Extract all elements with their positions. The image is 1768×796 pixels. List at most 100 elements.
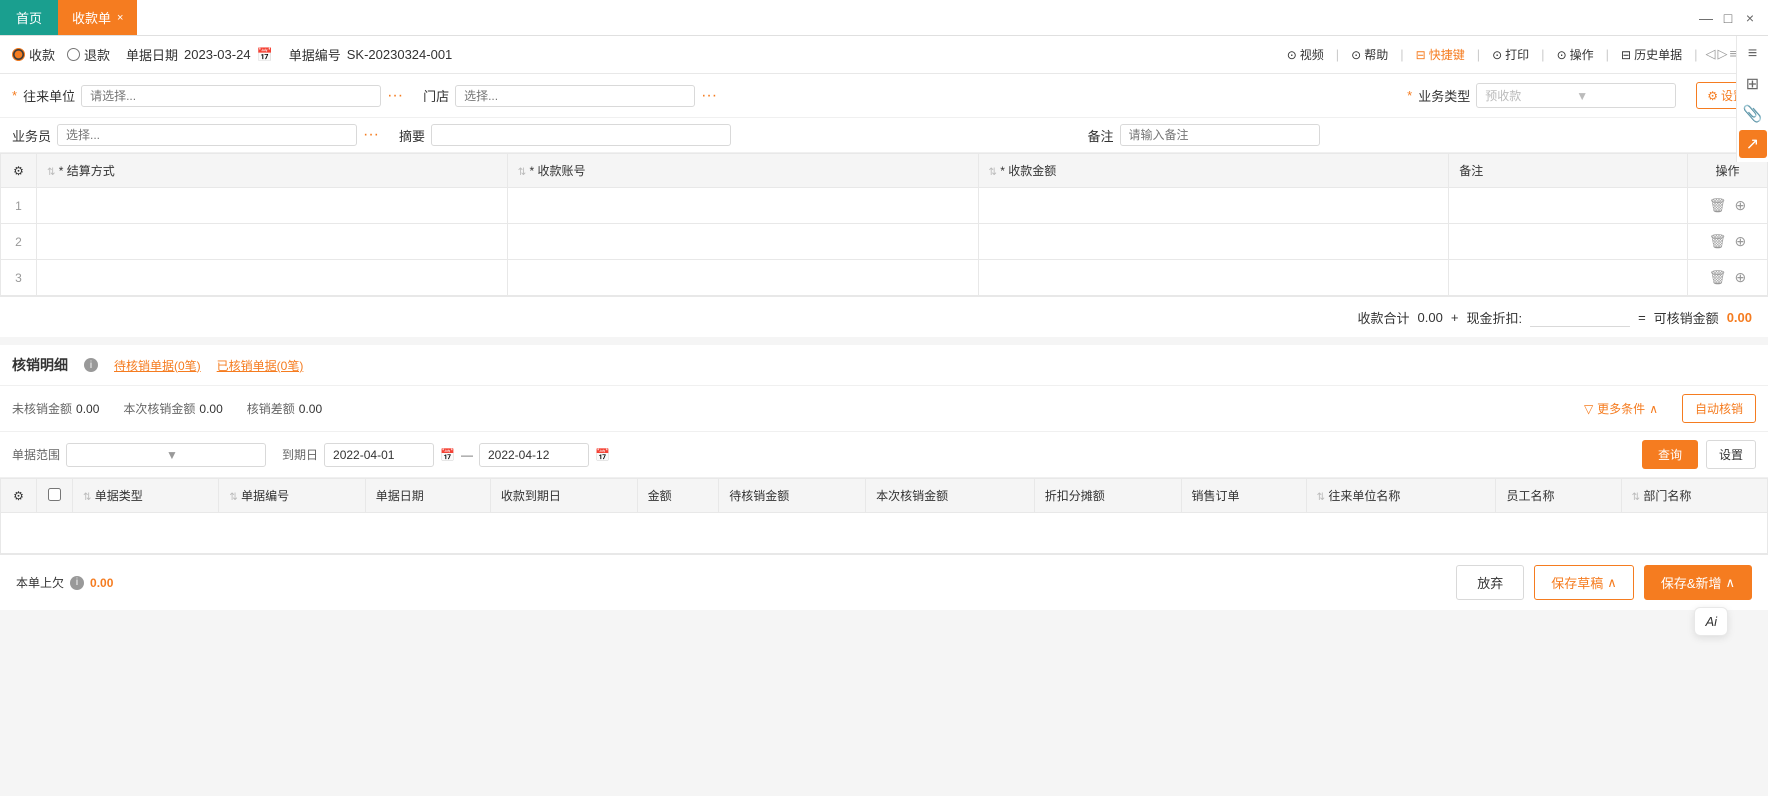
save-draft-dropdown-icon[interactable]: ∧ (1607, 575, 1617, 591)
home-tab[interactable]: 首页 (0, 0, 58, 35)
ai-badge[interactable]: Ai (1694, 607, 1728, 636)
form-card: 收款 退款 单据日期 2023-03-24 📅 单据编号 SK-20230324… (0, 36, 1768, 337)
save-new-dropdown-icon[interactable]: ∧ (1725, 575, 1735, 591)
filter-row: 单据范围 ▼ 到期日 📅 — 📅 查询 设置 (0, 432, 1768, 478)
save-new-button[interactable]: 保存&新增 ∧ (1644, 565, 1752, 600)
account-cell[interactable] (507, 260, 978, 296)
more-conditions-button[interactable]: ▽ 更多条件 ∧ (1584, 400, 1658, 417)
calendar-start-icon[interactable]: 📅 (440, 448, 455, 462)
calendar-end-icon[interactable]: 📅 (595, 448, 610, 462)
settings-gear-icon: ⚙ (1707, 89, 1718, 103)
operate-icon: ⊙ (1557, 48, 1567, 62)
operate-button[interactable]: ⊙ 操作 (1553, 44, 1598, 65)
date-start-input[interactable] (324, 443, 434, 467)
date-end-input[interactable] (479, 443, 589, 467)
remark-cell[interactable] (1449, 260, 1688, 296)
delete-row-icon[interactable]: 🗑 (1709, 269, 1727, 286)
store-more-icon[interactable]: ··· (701, 87, 717, 105)
maximize-button[interactable]: □ (1718, 8, 1738, 28)
bottom-th-current: 本次核销金额 (866, 479, 1035, 513)
bottom-table-empty-row (1, 513, 1768, 554)
range-select[interactable]: ▼ (66, 443, 266, 467)
receipt-table-section: ⚙ ⇅ * 结算方式 ⇅ * 收款账号 ⇅ * (0, 153, 1768, 296)
row-number: 3 (1, 260, 37, 296)
settle-method-cell[interactable] (37, 188, 508, 224)
refund-radio[interactable]: 退款 (67, 45, 110, 64)
abandon-button[interactable]: 放弃 (1456, 565, 1524, 600)
prev-icon[interactable]: ◁ (1706, 46, 1716, 64)
sidebar-tool-3[interactable]: 📎 (1739, 100, 1767, 128)
sidebar-tool-2[interactable]: ⊞ (1739, 70, 1767, 98)
remark-field: 备注 (1088, 124, 1757, 146)
form-row-1: * 往来单位 ··· 门店 ··· * 业务类型 预收款 ▼ ⚙ 设置 (0, 74, 1768, 118)
date-calendar-icon[interactable]: 📅 (257, 47, 273, 63)
tab-close-icon[interactable]: × (117, 12, 123, 24)
select-all-checkbox[interactable] (48, 488, 61, 501)
history-button[interactable]: ⊟ 历史单据 (1617, 44, 1686, 65)
th-account: ⇅ * 收款账号 (507, 154, 978, 188)
store-input[interactable] (455, 85, 695, 107)
bottom-th-gear[interactable]: ⚙ (1, 479, 37, 513)
partner-input[interactable] (81, 85, 381, 107)
info-circle-icon[interactable]: i (70, 576, 84, 590)
next-icon[interactable]: ▷ (1718, 46, 1728, 64)
section-divider (0, 337, 1768, 345)
remark-cell[interactable] (1449, 188, 1688, 224)
footer: 本单上欠 i 0.00 放弃 保存草稿 ∧ 保存&新增 ∧ (0, 554, 1768, 610)
available-label: 可核销金额 (1654, 308, 1719, 327)
right-sidebar: ≡ ⊞ 📎 ↗ (1736, 36, 1768, 162)
delete-row-icon[interactable]: 🗑 (1709, 197, 1727, 214)
print-button[interactable]: ⊙ 打印 (1488, 44, 1533, 65)
sidebar-tool-4[interactable]: ↗ (1739, 130, 1767, 158)
receipt-tab[interactable]: 收款单 × (58, 0, 137, 35)
minimize-button[interactable]: — (1696, 8, 1716, 28)
footer-left: 本单上欠 i 0.00 (16, 574, 113, 591)
settle-method-cell[interactable] (37, 224, 508, 260)
done-link[interactable]: 已核销单据(0笔) (217, 357, 304, 374)
shortcut-button[interactable]: ⊟ 快捷键 (1412, 44, 1469, 65)
staff-more-icon[interactable]: ··· (363, 126, 379, 144)
recon-title: 核销明细 (12, 355, 68, 375)
account-cell[interactable] (507, 188, 978, 224)
due-date-filter: 到期日 📅 — 📅 (282, 443, 610, 467)
bottom-th-due-date: 收款到期日 (490, 479, 637, 513)
business-type-select[interactable]: 预收款 ▼ (1476, 83, 1676, 108)
info-icon[interactable]: i (84, 358, 98, 372)
close-window-button[interactable]: × (1740, 8, 1760, 28)
receive-radio[interactable]: 收款 (12, 45, 55, 64)
copy-row-icon[interactable]: ⊕ (1735, 197, 1747, 214)
ops-cell: 🗑 ⊕ (1688, 188, 1768, 224)
remark-cell[interactable] (1449, 224, 1688, 260)
summary-input[interactable] (431, 124, 731, 146)
pending-link[interactable]: 待核销单据(0笔) (114, 357, 201, 374)
amount-cell[interactable] (978, 188, 1449, 224)
discount-input[interactable] (1530, 307, 1630, 327)
account-cell[interactable] (507, 224, 978, 260)
copy-row-icon[interactable]: ⊕ (1735, 269, 1747, 286)
remark-input[interactable] (1120, 124, 1320, 146)
copy-row-icon[interactable]: ⊕ (1735, 233, 1747, 250)
amount-cell[interactable] (978, 224, 1449, 260)
bottom-th-checkbox[interactable] (37, 479, 73, 513)
main-content: 收款 退款 单据日期 2023-03-24 📅 单据编号 SK-20230324… (0, 36, 1768, 796)
date-value: 2023-03-24 (184, 47, 251, 62)
help-button[interactable]: ⊙ 帮助 (1347, 44, 1392, 65)
summary-field: 摘要 (399, 124, 1068, 146)
dropdown-arrow-icon: ▼ (1576, 89, 1667, 103)
table-gear-header[interactable]: ⚙ (1, 154, 37, 188)
staff-input[interactable] (57, 124, 357, 146)
auto-writeoff-button[interactable]: 自动核销 (1682, 394, 1756, 423)
sidebar-tool-1[interactable]: ≡ (1739, 40, 1767, 68)
recon-header: 核销明细 i 待核销单据(0笔) 已核销单据(0笔) (0, 345, 1768, 386)
query-button[interactable]: 查询 (1642, 440, 1698, 469)
settle-method-cell[interactable] (37, 260, 508, 296)
table-row: 1 🗑 ⊕ (1, 188, 1768, 224)
video-button[interactable]: ⊙ 视频 (1283, 44, 1328, 65)
filter-actions: 查询 设置 (1642, 440, 1756, 469)
partner-more-icon[interactable]: ··· (387, 87, 403, 105)
filter-settings-button[interactable]: 设置 (1706, 440, 1756, 469)
amount-cell[interactable] (978, 260, 1449, 296)
store-field: 门店 ··· (423, 85, 1387, 107)
save-draft-button[interactable]: 保存草稿 ∧ (1534, 565, 1634, 600)
delete-row-icon[interactable]: 🗑 (1709, 233, 1727, 250)
